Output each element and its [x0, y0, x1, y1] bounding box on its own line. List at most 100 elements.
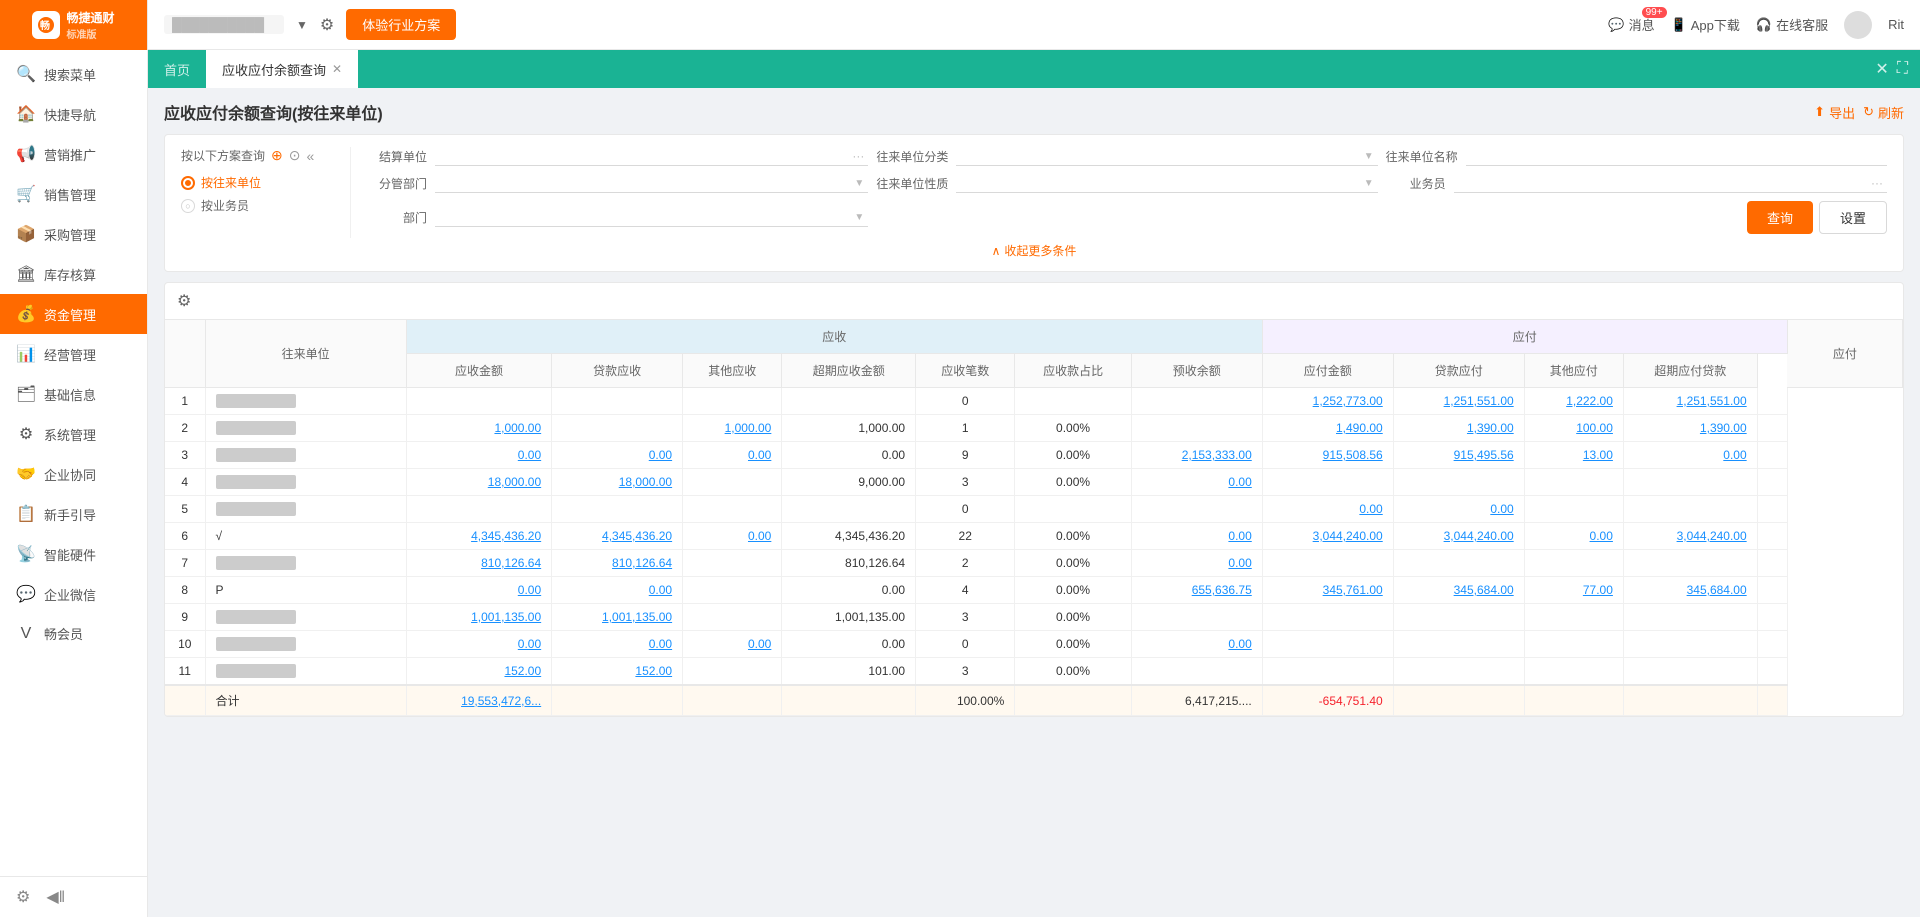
refresh-icon: ↻ — [1863, 104, 1874, 120]
download-label: App下载 — [1691, 15, 1740, 34]
logo-subtitle: 标准版 — [66, 26, 114, 41]
sidebar-item-member[interactable]: V畅会员 — [0, 614, 147, 653]
partner-nature-arrow-icon[interactable]: ▼ — [1364, 178, 1374, 189]
partner-name-input[interactable] — [1470, 149, 1883, 163]
export-icon: ⬆ — [1814, 104, 1825, 120]
settlement-unit-input[interactable] — [439, 149, 852, 163]
col-advance-balance: 预收余额 — [1131, 354, 1262, 388]
maximize-icon[interactable]: ⛶ — [1897, 60, 1908, 78]
hardware-icon: 📡 — [16, 544, 36, 564]
col-payable-amount: 应付金额 — [1262, 354, 1393, 388]
salesman-input[interactable] — [1458, 176, 1871, 190]
col-overdue-payable: 超期应付贷款 — [1623, 354, 1757, 388]
partner-nature-input[interactable] — [960, 176, 1363, 190]
filter-settings-icon[interactable]: ⊙ — [289, 147, 301, 164]
sidebar-item-guide[interactable]: 📋新手引导 — [0, 494, 147, 534]
sidebar-item-nav[interactable]: 🏠快捷导航 — [0, 94, 147, 134]
partner-category-input[interactable] — [960, 149, 1363, 163]
sidebar-item-wechat[interactable]: 💬 企业微信 — [0, 574, 147, 614]
sidebar-bottom: ⚙ ◀‖ — [0, 876, 147, 917]
member-icon: V — [16, 625, 36, 643]
tab-home-label: 首页 — [164, 60, 190, 79]
header-dropdown-icon[interactable]: ▼ — [296, 18, 308, 32]
table-footer-row: 合计 19,553,472,6... 100.00% 6,417,215....… — [165, 685, 1903, 716]
data-table-container: ⚙ 往来单位 应收 应付 应付 应收金额 贷款应收 — [164, 282, 1904, 717]
close-window-icon[interactable]: ✕ — [1875, 59, 1888, 79]
footer-receivable-amount[interactable]: 19,553,472,6... — [406, 685, 551, 716]
salesman-dots-icon[interactable]: ··· — [1871, 176, 1883, 190]
sidebar-menu: 🔍搜索菜单🏠快捷导航📢营销推广🛒销售管理📦采购管理🏛库存核算 💰 资金管理 📊经营管理… — [0, 50, 147, 876]
logo-icon: 畅 — [32, 11, 60, 39]
dept-manage-arrow-icon[interactable]: ▼ — [854, 178, 864, 189]
sidebar-item-purchase[interactable]: 📦采购管理 — [0, 214, 147, 254]
avatar — [1844, 11, 1872, 39]
sidebar-label-coop: 企业协同 — [44, 465, 96, 484]
filter-by-partner[interactable]: 按往来单位 — [181, 174, 338, 191]
footer-payable-amount: -654,751.40 — [1262, 685, 1393, 716]
sidebar-label-wechat: 企业微信 — [44, 585, 96, 604]
sidebar-item-sales[interactable]: 🛒销售管理 — [0, 174, 147, 214]
service-btn[interactable]: 🎧 在线客服 — [1756, 15, 1828, 34]
sidebar-label-finance: 资金管理 — [44, 305, 96, 324]
sidebar-item-coop[interactable]: 🤝企业协同 — [0, 454, 147, 494]
settlement-unit-dots-icon[interactable]: ··· — [852, 149, 864, 163]
page: 应收应付余额查询(按往来单位) ⬆ 导出 ↻ 刷新 按以下方案查询 — [148, 88, 1920, 917]
dept-arrow-icon[interactable]: ▼ — [854, 212, 864, 223]
sidebar-item-basic[interactable]: 🗂基础信息 — [0, 374, 147, 414]
refresh-button[interactable]: ↻ 刷新 — [1863, 103, 1904, 122]
collapse-more-btn[interactable]: ∧ 收起更多条件 — [181, 242, 1887, 259]
filter-dept-field: 部门 ▼ — [367, 208, 868, 227]
filter-by-salesman[interactable]: ○ 按业务员 — [181, 197, 338, 214]
filter-area: 按以下方案查询 ⊕ ⊙ « 按往来单位 — [164, 134, 1904, 272]
filter-add-icon[interactable]: ⊕ — [271, 147, 283, 164]
tab-home[interactable]: 首页 — [148, 50, 206, 88]
table-row: 1 0 1,252,773.00 1,251,551.00 1,222.00 1… — [165, 388, 1903, 415]
service-label: 在线客服 — [1776, 15, 1828, 34]
finance-icon: 💰 — [16, 304, 36, 324]
query-button[interactable]: 查询 — [1747, 201, 1813, 234]
table-row: 6 √ 4,345,436.20 4,345,436.20 0.00 4,345… — [165, 523, 1903, 550]
sidebar-label-hardware: 智能硬件 — [44, 545, 96, 564]
system-icon: ⚙ — [16, 424, 36, 444]
sidebar-item-hardware[interactable]: 📡 智能硬件 — [0, 534, 147, 574]
sidebar-item-marketing[interactable]: 📢营销推广 — [0, 134, 147, 174]
sidebar-item-finance[interactable]: 💰 资金管理 — [0, 294, 147, 334]
user-name[interactable]: Rit — [1888, 17, 1904, 32]
table-row: 9 1,001,135.00 1,001,135.00 1,001,135.00… — [165, 604, 1903, 631]
filter-dept-manage-field: 分管部门 ▼ — [367, 174, 868, 193]
col-index — [165, 320, 205, 388]
sidebar-item-operation[interactable]: 📊经营管理 — [0, 334, 147, 374]
dept-input[interactable] — [439, 210, 854, 224]
filter-collapse-icon[interactable]: « — [306, 148, 314, 164]
collapse-icon[interactable]: ◀‖ — [46, 887, 65, 907]
col-receivable-count: 应收笔数 — [916, 354, 1015, 388]
sidebar-item-inventory[interactable]: 🏛库存核算 — [0, 254, 147, 294]
header-gear-icon[interactable]: ⚙ — [320, 15, 334, 35]
header: ██████████ ▼ ⚙ 体验行业方案 💬 消息 99+ 📱 App下载 🎧… — [148, 0, 1920, 50]
wechat-icon: 💬 — [16, 584, 36, 604]
sidebar-label-inventory: 库存核算 — [44, 265, 96, 284]
sidebar-label-system: 系统管理 — [44, 425, 96, 444]
dept-manage-input[interactable] — [439, 176, 854, 190]
sidebar-label-basic: 基础信息 — [44, 385, 96, 404]
settings-icon[interactable]: ⚙ — [16, 887, 30, 907]
data-table: 往来单位 应收 应付 应付 应收金额 贷款应收 其他应收 超期应收金额 应收笔数… — [165, 320, 1903, 716]
setting-button[interactable]: 设置 — [1819, 201, 1887, 234]
filter-partner-category-field: 往来单位分类 ▼ — [876, 147, 1377, 166]
sidebar-item-search[interactable]: 🔍搜索菜单 — [0, 54, 147, 94]
tab-close-icon[interactable]: ✕ — [332, 62, 342, 76]
promo-button[interactable]: 体验行业方案 — [346, 9, 456, 40]
col-payable-loan: 贷款应付 — [1393, 354, 1524, 388]
export-button[interactable]: ⬆ 导出 — [1814, 103, 1855, 122]
table-settings-icon[interactable]: ⚙ — [177, 291, 191, 311]
notification-btn[interactable]: 💬 消息 99+ — [1608, 15, 1654, 34]
download-btn[interactable]: 📱 App下载 — [1671, 15, 1740, 34]
sidebar-label-purchase: 采购管理 — [44, 225, 96, 244]
window-btns: ✕ ⛶ — [1863, 50, 1920, 88]
table-row: 4 18,000.00 18,000.00 9,000.00 3 0.00% 0… — [165, 469, 1903, 496]
page-header: 应收应付余额查询(按往来单位) ⬆ 导出 ↻ 刷新 — [164, 100, 1904, 124]
tab-arbal[interactable]: 应收应付余额查询 ✕ — [206, 50, 358, 88]
partner-category-arrow-icon[interactable]: ▼ — [1364, 151, 1374, 162]
sales-icon: 🛒 — [16, 184, 36, 204]
sidebar-item-system[interactable]: ⚙ 系统管理 — [0, 414, 147, 454]
